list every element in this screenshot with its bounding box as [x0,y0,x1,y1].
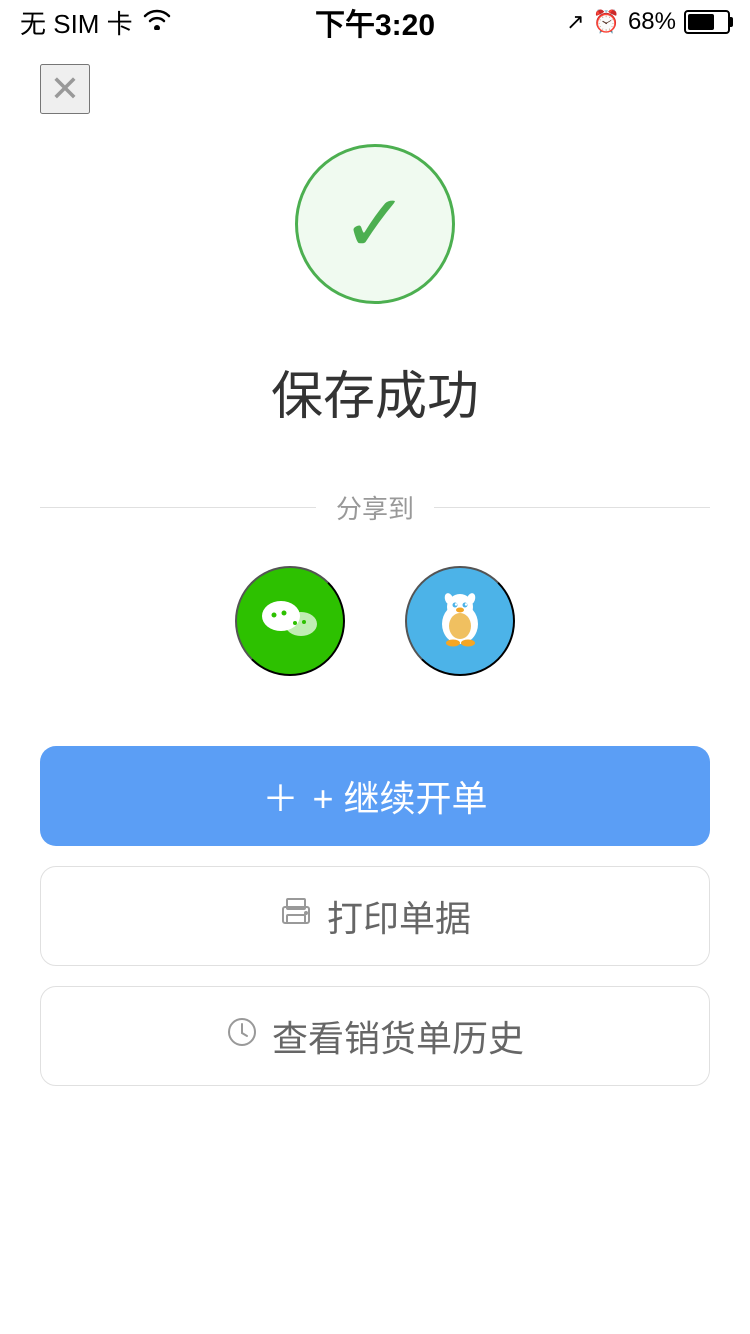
history-icon [226,1016,258,1056]
print-button[interactable]: 打印单据 [40,866,710,966]
continue-order-label: + 继续开单 [312,770,487,822]
share-icons-row [40,566,710,676]
plus-icon: ＋ [262,770,298,822]
success-circle: ✓ [295,144,455,304]
close-button[interactable]: ✕ [40,64,90,114]
continue-order-button[interactable]: ＋ + 继续开单 [40,746,710,846]
checkmark-icon: ✓ [341,184,408,264]
alarm-icon: ⏰ [593,9,620,35]
success-title: 保存成功 [271,354,479,429]
location-icon: ↗ [566,9,584,35]
divider-left [40,507,316,508]
share-label: 分享到 [336,489,414,526]
print-label: 打印单据 [327,890,471,942]
close-icon: ✕ [50,71,80,107]
status-bar: 无 SIM 卡 下午3:20 ↗ ⏰ 68% [0,0,750,44]
battery-indicator [684,10,730,34]
qq-share-button[interactable] [405,566,515,676]
status-right: ↗ ⏰ 68% [566,8,730,36]
action-buttons: ＋ + 继续开单 打印单据 查看销货单历史 [40,746,710,1086]
battery-fill [688,14,714,30]
share-section: 分享到 [40,489,710,676]
wechat-logo [255,586,325,656]
print-icon [279,897,313,935]
status-time: 下午3:20 [315,0,435,44]
main-content: ✕ ✓ 保存成功 分享到 [0,44,750,1334]
wechat-share-button[interactable] [235,566,345,676]
history-button[interactable]: 查看销货单历史 [40,986,710,1086]
share-divider: 分享到 [40,489,710,526]
wifi-icon [143,8,171,37]
qq-logo [428,589,493,654]
status-left: 无 SIM 卡 [20,4,171,41]
divider-right [434,507,710,508]
history-label: 查看销货单历史 [272,1010,524,1062]
battery-text: 68% [628,8,676,36]
carrier-text: 无 SIM 卡 [20,4,133,41]
